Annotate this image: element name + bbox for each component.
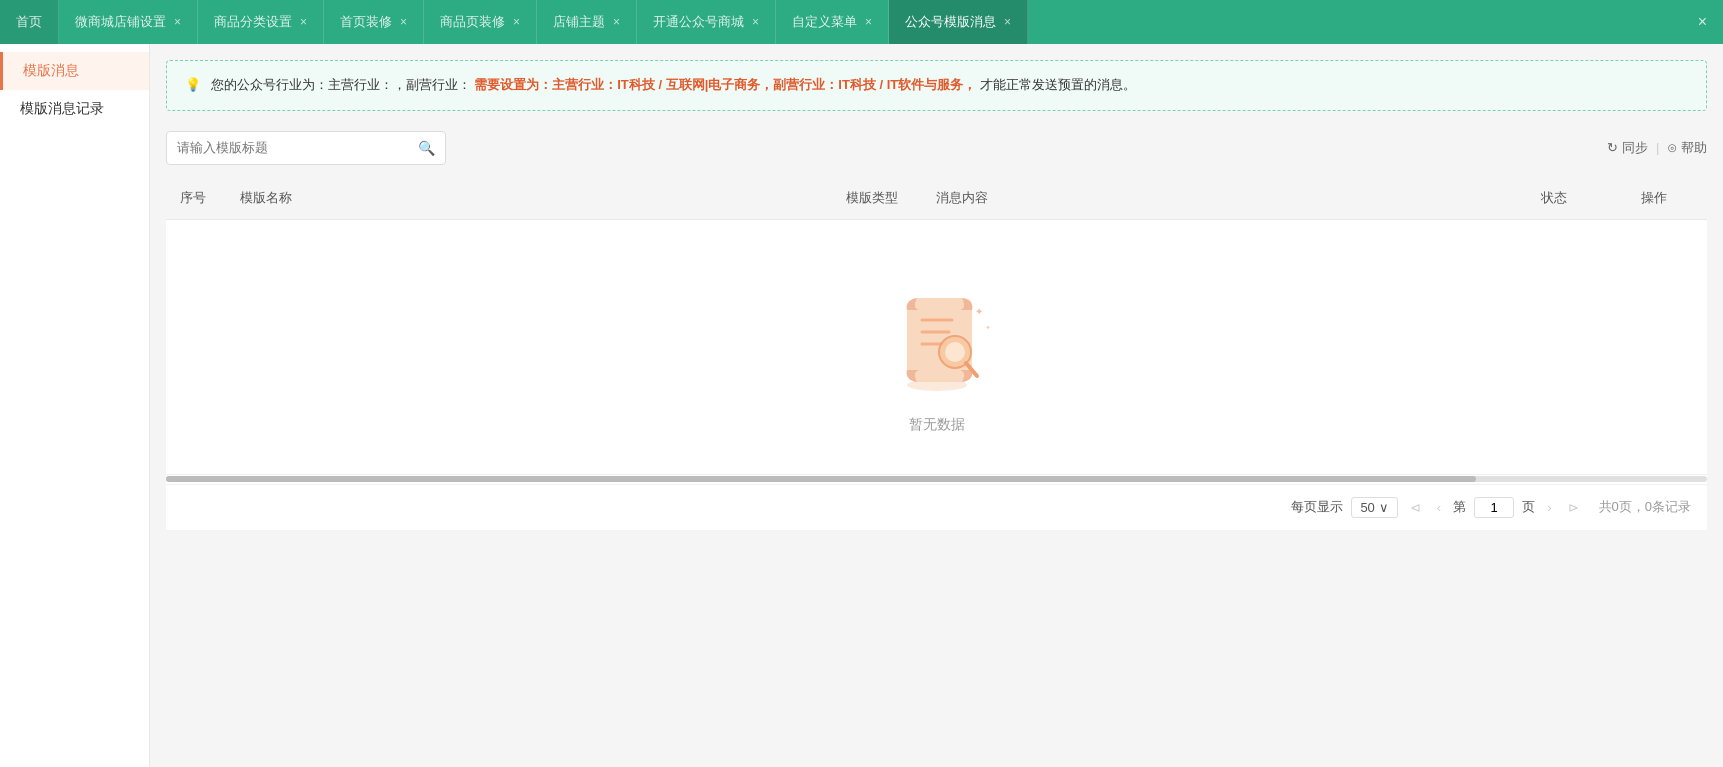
- notice-icon: 💡: [185, 77, 201, 92]
- help-label: 帮助: [1681, 140, 1707, 155]
- page-size-value: 50: [1360, 500, 1374, 515]
- table-col-2: 模版类型: [832, 177, 922, 220]
- toolbar-right: ↻ 同步 | ⊙ 帮助: [1607, 139, 1707, 157]
- table-col-1: 模版名称: [226, 177, 832, 220]
- nav-tab-0[interactable]: 首页: [0, 0, 59, 44]
- sidebar-item-0[interactable]: 模版消息: [0, 52, 149, 90]
- nav-tab-close-5[interactable]: ×: [613, 15, 620, 29]
- empty-text: 暂无数据: [909, 416, 965, 434]
- nav-tab-1[interactable]: 微商城店铺设置×: [59, 0, 198, 44]
- sync-label: 同步: [1622, 140, 1648, 155]
- page-unit: 页: [1522, 498, 1535, 516]
- table-col-3: 消息内容: [922, 177, 1528, 220]
- page-size-arrow: ∨: [1379, 500, 1389, 515]
- svg-text:✦: ✦: [985, 324, 991, 331]
- data-table: 序号模版名称模版类型消息内容状态操作: [166, 177, 1707, 475]
- next-page-button[interactable]: ›: [1543, 498, 1555, 517]
- main-layout: 模版消息模版消息记录 💡 您的公众号行业为：主营行业：，副营行业： 需要设置为：…: [0, 44, 1723, 767]
- scrollbar-thumb[interactable]: [166, 476, 1476, 482]
- nav-tab-5[interactable]: 店铺主题×: [537, 0, 637, 44]
- pagination: 每页显示 50 ∨ ⊲ ‹ 第 页 › ⊳ 共0页，0条记录: [166, 484, 1707, 530]
- nav-tab-close-2[interactable]: ×: [300, 15, 307, 29]
- empty-state: ✦ ✦ 暂无数据: [166, 220, 1707, 474]
- first-page-button[interactable]: ⊲: [1406, 498, 1425, 517]
- notice-highlight: 需要设置为：主营行业：IT科技 / 互联网|电子商务，副营行业：IT科技 / I…: [474, 77, 976, 92]
- table-col-5: 操作: [1627, 177, 1707, 220]
- prev-page-button[interactable]: ‹: [1433, 498, 1445, 517]
- search-input-wrap: 🔍: [166, 131, 446, 165]
- search-input[interactable]: [177, 140, 418, 155]
- table-container: 序号模版名称模版类型消息内容状态操作: [166, 177, 1707, 530]
- toolbar-divider: |: [1656, 140, 1659, 155]
- nav-tab-close-3[interactable]: ×: [400, 15, 407, 29]
- scrollbar-area[interactable]: [166, 476, 1707, 484]
- nav-tab-3[interactable]: 首页装修×: [324, 0, 424, 44]
- table-col-4: 状态: [1527, 177, 1627, 220]
- nav-tab-7[interactable]: 自定义菜单×: [776, 0, 889, 44]
- nav-tab-8[interactable]: 公众号模版消息×: [889, 0, 1028, 44]
- nav-tab-close-8[interactable]: ×: [1004, 15, 1011, 29]
- page-size-select[interactable]: 50 ∨: [1351, 497, 1397, 518]
- sidebar: 模版消息模版消息记录: [0, 44, 150, 767]
- table-col-0: 序号: [166, 177, 226, 220]
- sync-icon: ↻: [1607, 140, 1618, 155]
- search-icon[interactable]: 🔍: [418, 140, 435, 156]
- svg-text:✦: ✦: [975, 306, 983, 317]
- nav-tab-close-7[interactable]: ×: [865, 15, 872, 29]
- top-nav-bar: 首页微商城店铺设置×商品分类设置×首页装修×商品页装修×店铺主题×开通公众号商城…: [0, 0, 1723, 44]
- svg-point-5: [945, 342, 965, 362]
- total-info: 共0页，0条记录: [1599, 498, 1691, 516]
- scrollbar-track[interactable]: [166, 476, 1707, 482]
- content-area: 💡 您的公众号行业为：主营行业：，副营行业： 需要设置为：主营行业：IT科技 /…: [150, 44, 1723, 767]
- empty-illustration: ✦ ✦: [877, 280, 997, 400]
- sidebar-item-1[interactable]: 模版消息记录: [0, 90, 149, 128]
- help-button[interactable]: ⊙ 帮助: [1667, 139, 1707, 157]
- notice-text-pre: 您的公众号行业为：主营行业：，副营行业：: [211, 77, 471, 92]
- page-label: 第: [1453, 498, 1466, 516]
- notice-banner: 💡 您的公众号行业为：主营行业：，副营行业： 需要设置为：主营行业：IT科技 /…: [166, 60, 1707, 111]
- page-number-input[interactable]: [1474, 497, 1514, 518]
- search-bar: 🔍 ↻ 同步 | ⊙ 帮助: [166, 131, 1707, 165]
- help-icon: ⊙: [1667, 140, 1677, 155]
- nav-tab-close-4[interactable]: ×: [513, 15, 520, 29]
- last-page-button[interactable]: ⊳: [1564, 498, 1583, 517]
- nav-tab-6[interactable]: 开通公众号商城×: [637, 0, 776, 44]
- close-all-button[interactable]: ×: [1682, 13, 1723, 31]
- sync-button[interactable]: ↻ 同步: [1607, 139, 1648, 157]
- nav-tab-2[interactable]: 商品分类设置×: [198, 0, 324, 44]
- nav-tab-close-1[interactable]: ×: [174, 15, 181, 29]
- nav-tab-4[interactable]: 商品页装修×: [424, 0, 537, 44]
- nav-tab-close-6[interactable]: ×: [752, 15, 759, 29]
- page-size-label: 每页显示: [1291, 498, 1343, 516]
- notice-text-post: 才能正常发送预置的消息。: [980, 77, 1136, 92]
